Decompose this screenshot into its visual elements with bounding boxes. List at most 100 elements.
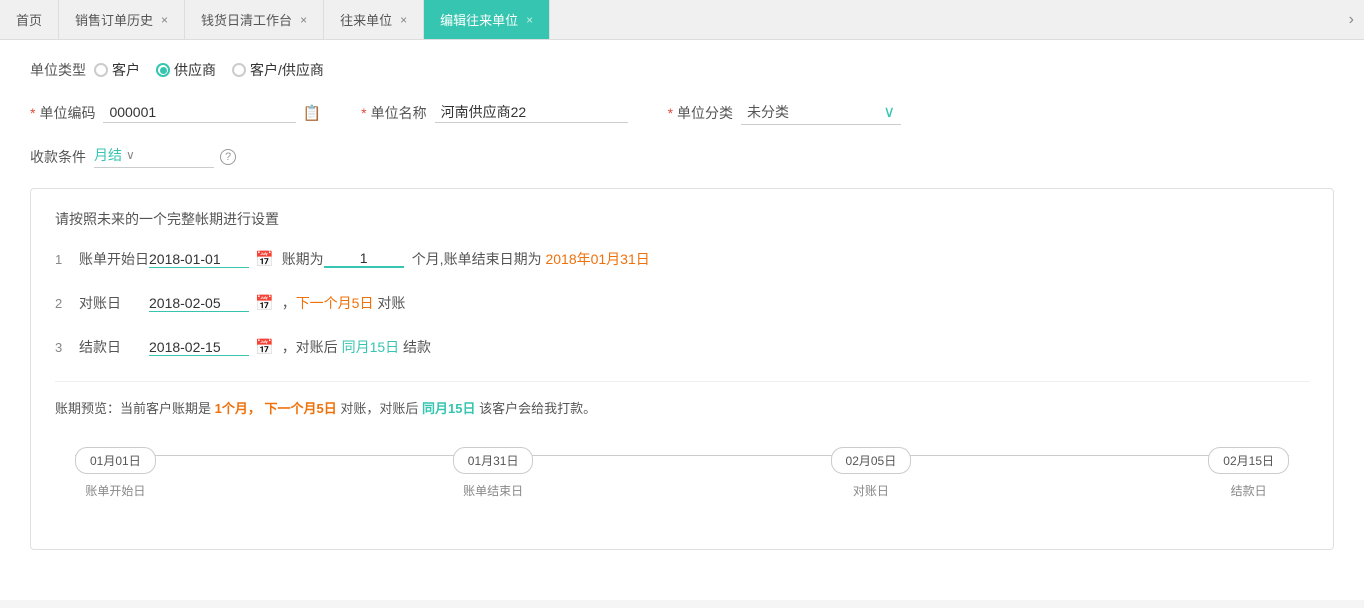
radio-both-circle	[232, 63, 246, 77]
panel-row-2-num: 2	[55, 296, 79, 311]
tab-edit-counterparty[interactable]: 编辑往来单位 ×	[424, 0, 550, 39]
radio-customer-label: 客户	[112, 60, 140, 80]
panel-row-3-desc: ，对账后 同月15日 结款	[282, 337, 431, 357]
timeline-node-1-badge: 01月01日	[75, 447, 156, 474]
panel-row-3-num: 3	[55, 340, 79, 355]
preview-period: 1个月，	[215, 401, 261, 416]
preview-middle: 对账，对账后	[340, 401, 418, 416]
radio-both-label: 客户/供应商	[250, 60, 324, 80]
payment-condition-group: 收款条件 月结 ∨ ?	[30, 145, 236, 168]
radio-customer[interactable]: 客户	[94, 60, 140, 80]
preview-section: 账期预览：当前客户账期是 1个月， 下一个月5日 对账，对账后 同月15日 该客…	[55, 381, 1309, 529]
unit-class-label: 单位分类	[677, 103, 733, 123]
unit-name-label: 单位名称	[371, 103, 427, 123]
timeline-node-2-label: 账单结束日	[463, 482, 523, 499]
panel-row-1-desc-suffix: 个月,账单结束日期为 2018年01月31日	[412, 249, 650, 269]
tab-counterparty-label: 往来单位	[340, 10, 392, 29]
panel-row-1-calendar-icon[interactable]: 📅	[255, 250, 274, 268]
tab-edit-counterparty-close[interactable]: ×	[526, 13, 533, 27]
tab-home-label: 首页	[16, 10, 42, 29]
payment-condition-row: 收款条件 月结 ∨ ?	[30, 145, 1334, 168]
panel-row-1-end-date: 2018年01月31日	[545, 251, 649, 267]
timeline: 01月01日 账单开始日 01月31日 账单结束日 02月05日 对账日	[55, 437, 1309, 529]
panel-row-1-desc-prefix: 账期为	[282, 249, 324, 269]
panel-row-2-calendar-icon[interactable]: 📅	[255, 294, 274, 312]
radio-supplier-label: 供应商	[174, 60, 216, 80]
panel-row-3: 3 结款日 📅 ，对账后 同月15日 结款	[55, 337, 1309, 357]
tab-counterparty-close[interactable]: ×	[400, 13, 407, 27]
tab-cash-clearing[interactable]: 钱货日清工作台 ×	[185, 0, 324, 39]
unit-class-required-star: *	[668, 105, 673, 121]
radio-supplier[interactable]: 供应商	[156, 60, 216, 80]
panel-row-1-num: 1	[55, 252, 79, 267]
timeline-node-4-label: 结款日	[1231, 482, 1267, 499]
payment-condition-select[interactable]: 月结 ∨	[94, 145, 214, 168]
radio-customer-circle	[94, 63, 108, 77]
tab-cash-clearing-close[interactable]: ×	[300, 13, 307, 27]
unit-info-row: * 单位编码 📋 * 单位名称 * 单位分类 未分类 ∨	[30, 100, 1334, 125]
tab-sales-history[interactable]: 销售订单历史 ×	[59, 0, 185, 39]
panel-row-3-highlight: 同月15日	[342, 339, 400, 355]
timeline-node-1: 01月01日 账单开始日	[75, 447, 156, 499]
payment-condition-help-icon[interactable]: ?	[220, 149, 236, 165]
tab-bar: 首页 销售订单历史 × 钱货日清工作台 × 往来单位 × 编辑往来单位 × ›	[0, 0, 1364, 40]
tab-sales-history-close[interactable]: ×	[161, 13, 168, 27]
panel-row-3-date-input[interactable]	[149, 339, 249, 356]
timeline-node-4-badge: 02月15日	[1208, 447, 1289, 474]
unit-name-input[interactable]	[435, 102, 628, 123]
preview-text: 账期预览：当前客户账期是 1个月， 下一个月5日 对账，对账后 同月15日 该客…	[55, 398, 1309, 417]
tab-edit-counterparty-label: 编辑往来单位	[440, 10, 518, 29]
unit-code-label: 单位编码	[39, 103, 95, 123]
unit-name-group: * 单位名称	[361, 102, 627, 123]
timeline-node-3-badge: 02月05日	[831, 447, 912, 474]
panel-row-2: 2 对账日 📅 ，下一个月5日 对账	[55, 293, 1309, 313]
panel-row-1: 1 账单开始日 📅 账期为 个月,账单结束日期为 2018年01月31日	[55, 249, 1309, 269]
unit-type-label: 单位类型	[30, 60, 86, 80]
radio-group-unit-type: 客户 供应商 客户/供应商	[94, 60, 324, 80]
panel-row-2-highlight: 下一个月5日	[296, 295, 374, 311]
timeline-line	[75, 455, 1289, 456]
tab-home[interactable]: 首页	[0, 0, 59, 39]
preview-reconcile: 下一个月5日	[265, 401, 337, 416]
tab-sales-history-label: 销售订单历史	[75, 10, 153, 29]
unit-code-icon[interactable]: 📋	[302, 104, 321, 122]
settings-panel: 请按照未来的一个完整帐期进行设置 1 账单开始日 📅 账期为 个月,账单结束日期…	[30, 188, 1334, 550]
payment-condition-value: 月结	[94, 145, 122, 165]
unit-code-required-star: *	[30, 105, 35, 121]
timeline-node-2-badge: 01月31日	[453, 447, 534, 474]
timeline-node-3-label: 对账日	[853, 482, 889, 499]
tab-cash-clearing-label: 钱货日清工作台	[201, 10, 292, 29]
unit-code-input[interactable]	[103, 102, 296, 123]
panel-row-3-calendar-icon[interactable]: 📅	[255, 338, 274, 356]
timeline-node-3: 02月05日 对账日	[831, 447, 912, 499]
tab-expand-button[interactable]: ›	[1339, 0, 1364, 39]
panel-title: 请按照未来的一个完整帐期进行设置	[55, 209, 1309, 229]
panel-row-2-desc: ，下一个月5日 对账	[282, 293, 406, 313]
unit-class-group: * 单位分类 未分类 ∨	[668, 100, 901, 125]
panel-row-3-label: 结款日	[79, 337, 149, 357]
content-area: 单位类型 客户 供应商 客户/供应商 * 单位编码	[0, 40, 1364, 600]
panel-row-1-period-input[interactable]	[324, 250, 404, 268]
tab-counterparty[interactable]: 往来单位 ×	[324, 0, 424, 39]
panel-row-1-date-input[interactable]	[149, 251, 249, 268]
panel-row-2-date-input[interactable]	[149, 295, 249, 312]
panel-row-1-label: 账单开始日	[79, 249, 149, 269]
preview-end: 该客户会给我打款。	[479, 401, 596, 416]
timeline-node-1-label: 账单开始日	[85, 482, 145, 499]
unit-type-row: 单位类型 客户 供应商 客户/供应商	[30, 60, 1334, 80]
unit-name-required-star: *	[361, 105, 366, 121]
unit-class-value: 未分类	[747, 102, 883, 122]
unit-class-chevron: ∨	[883, 102, 895, 122]
unit-type-group: 单位类型 客户 供应商 客户/供应商	[30, 60, 324, 80]
panel-row-2-label: 对账日	[79, 293, 149, 313]
preview-payment: 同月15日	[422, 401, 475, 416]
unit-class-dropdown[interactable]: 未分类 ∨	[741, 100, 901, 125]
timeline-node-4: 02月15日 结款日	[1208, 447, 1289, 499]
unit-code-group: * 单位编码 📋	[30, 102, 321, 123]
timeline-node-2: 01月31日 账单结束日	[453, 447, 534, 499]
payment-condition-label: 收款条件	[30, 147, 86, 167]
radio-both[interactable]: 客户/供应商	[232, 60, 324, 80]
radio-supplier-circle	[156, 63, 170, 77]
preview-label: 账期预览：当前客户账期是	[55, 401, 211, 416]
payment-condition-chevron: ∨	[126, 148, 135, 162]
